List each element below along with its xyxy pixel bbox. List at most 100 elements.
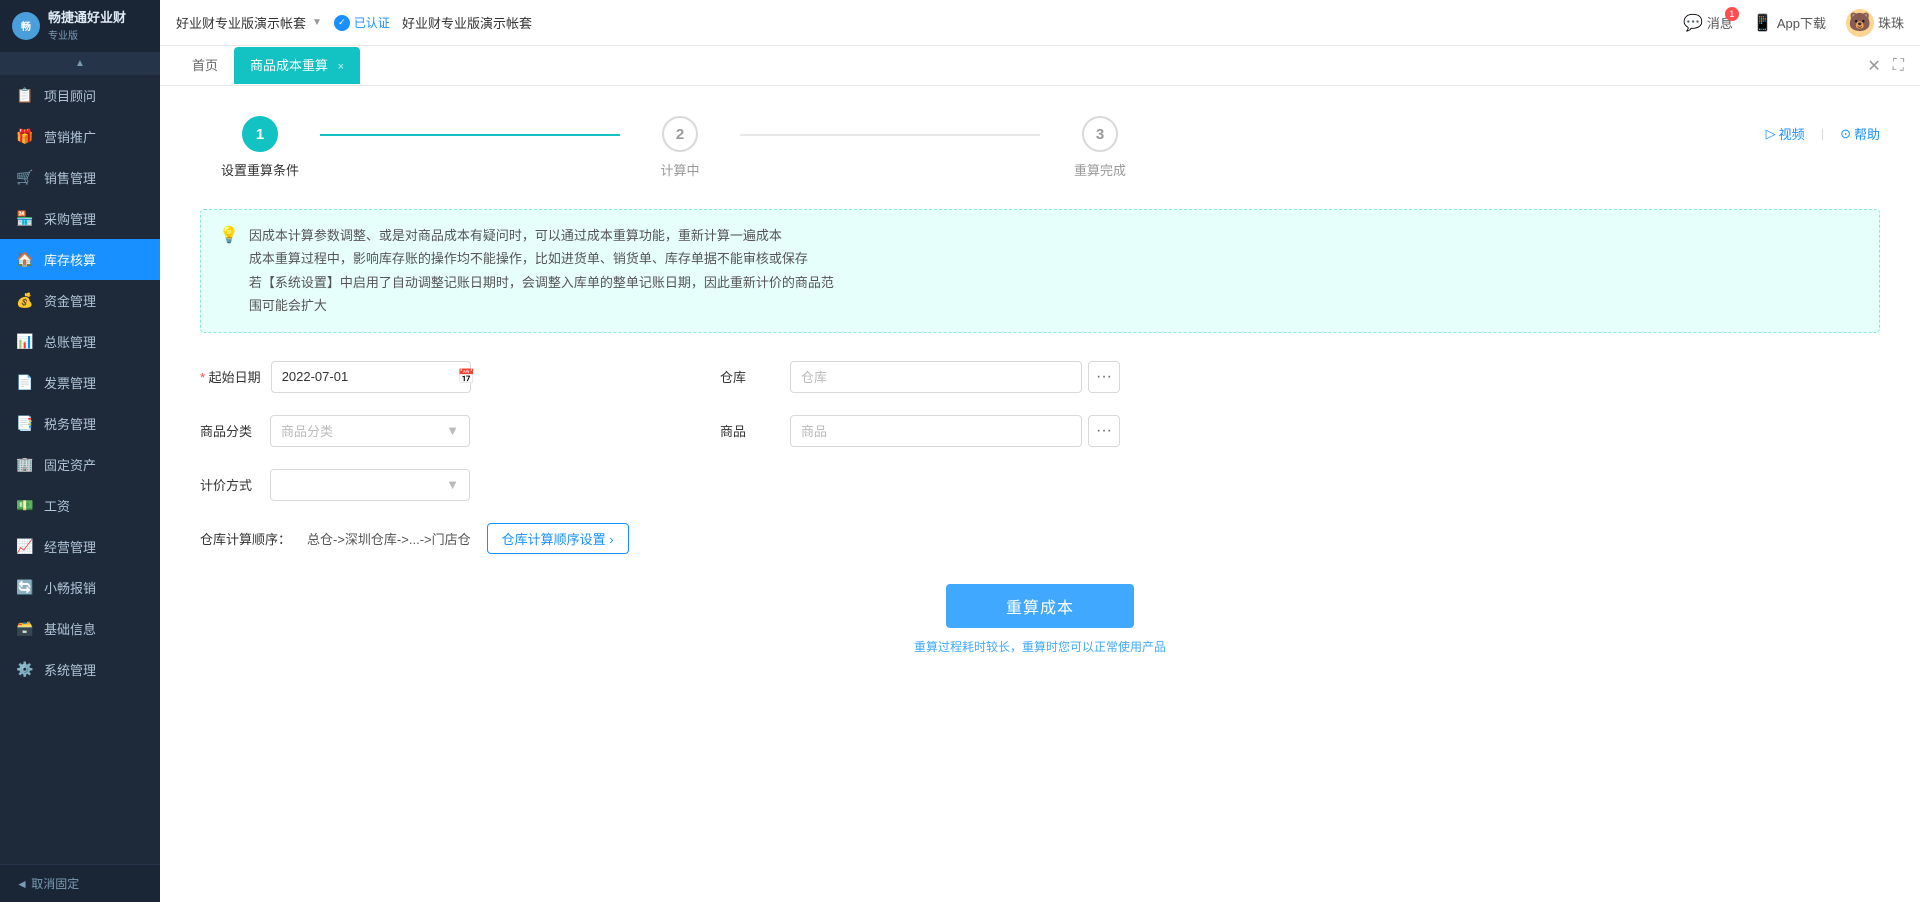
product-input[interactable]: 商品 bbox=[790, 415, 1082, 447]
warehouse-input[interactable]: 仓库 bbox=[790, 361, 1082, 393]
account-chevron-icon: ▼ bbox=[312, 17, 322, 28]
sidebar-item-expense[interactable]: 🔄 小畅报销 bbox=[0, 567, 160, 608]
sidebar-item-label-system: 系统管理 bbox=[44, 660, 96, 679]
form-row-2: 商品分类 商品分类 ▼ 商品 商品 ··· bbox=[200, 415, 1880, 447]
operation-icon: 📈 bbox=[16, 537, 34, 555]
sidebar-item-finance[interactable]: 💰 资金管理 bbox=[0, 280, 160, 321]
sidebar-item-marketing[interactable]: 🎁 营销推广 bbox=[0, 116, 160, 157]
recalc-button[interactable]: 重算成本 bbox=[946, 584, 1134, 628]
expense-icon: 🔄 bbox=[16, 578, 34, 596]
content-area: 1 设置重算条件 2 计算中 3 重算完成 ▷ 视频 | ⊙ bbox=[160, 86, 1920, 902]
sidebar-item-assets[interactable]: 🏢 固定资产 bbox=[0, 444, 160, 485]
product-label: 商品 bbox=[720, 421, 780, 440]
pricing-label: 计价方式 bbox=[200, 475, 260, 494]
chevron-down-icon: ▼ bbox=[446, 423, 459, 438]
notification-badge: 1 bbox=[1725, 7, 1739, 21]
sidebar-item-label-salary: 工资 bbox=[44, 496, 70, 515]
start-date-input[interactable]: 📅 bbox=[271, 361, 471, 393]
sidebar-item-label-assets: 固定资产 bbox=[44, 455, 96, 474]
sidebar-item-invoice[interactable]: 📄 发票管理 bbox=[0, 362, 160, 403]
recalc-note: 重算过程耗时较长，重算时您可以正常使用产品 bbox=[914, 638, 1166, 655]
close-window-icon[interactable]: ✕ bbox=[1867, 56, 1880, 76]
form-row-1: 起始日期 📅 仓库 仓库 ··· bbox=[200, 361, 1880, 393]
tab-close-icon[interactable]: × bbox=[338, 61, 344, 73]
bulb-icon: 💡 bbox=[219, 225, 239, 245]
warehouse-more-button[interactable]: ··· bbox=[1088, 361, 1120, 393]
sidebar-item-label-finance: 资金管理 bbox=[44, 291, 96, 310]
sidebar-item-project[interactable]: 📋 项目顾问 bbox=[0, 75, 160, 116]
category-label: 商品分类 bbox=[200, 421, 260, 440]
stepper: 1 设置重算条件 2 计算中 3 重算完成 ▷ 视频 | ⊙ bbox=[200, 116, 1880, 179]
sidebar-subtitle: 专业版 bbox=[48, 27, 126, 42]
calendar-icon[interactable]: 📅 bbox=[458, 368, 475, 385]
warehouse-order-settings-button[interactable]: 仓库计算顺序设置 › bbox=[487, 523, 629, 554]
sidebar-unpin-button[interactable]: ◄ 取消固定 bbox=[0, 864, 160, 902]
purchase-icon: 🏪 bbox=[16, 209, 34, 227]
form-row-3: 计价方式 ▼ bbox=[200, 469, 1880, 501]
sidebar-item-system[interactable]: ⚙️ 系统管理 bbox=[0, 649, 160, 690]
warehouse-label: 仓库 bbox=[720, 367, 780, 386]
category-select[interactable]: 商品分类 ▼ bbox=[270, 415, 470, 447]
sidebar-item-label-operation: 经营管理 bbox=[44, 537, 96, 556]
avatar: 🐻 bbox=[1846, 9, 1874, 37]
warehouse-placeholder: 仓库 bbox=[801, 367, 827, 386]
recalc-area: 重算成本 重算过程耗时较长，重算时您可以正常使用产品 bbox=[200, 584, 1880, 655]
stepper-help: ▷ 视频 | ⊙ 帮助 bbox=[1766, 116, 1880, 143]
topbar-actions: 💬 消息 1 📱 App下载 🐻 珠珠 bbox=[1683, 9, 1904, 37]
app-download-button[interactable]: 📱 App下载 bbox=[1753, 13, 1826, 33]
play-icon: ▷ bbox=[1766, 126, 1776, 142]
sidebar-item-purchase[interactable]: 🏪 采购管理 bbox=[0, 198, 160, 239]
finance-icon: 💰 bbox=[16, 291, 34, 309]
salary-icon: 💵 bbox=[16, 496, 34, 514]
invoice-icon: 📄 bbox=[16, 373, 34, 391]
mobile-icon: 📱 bbox=[1753, 13, 1773, 33]
help-circle-icon: ⊙ bbox=[1840, 126, 1851, 142]
account-selector[interactable]: 好业财专业版演示帐套 ▼ bbox=[176, 13, 322, 32]
step-1: 1 设置重算条件 bbox=[200, 116, 320, 179]
step-3-label: 重算完成 bbox=[1074, 160, 1126, 179]
sidebar-item-tax[interactable]: 📑 税务管理 bbox=[0, 403, 160, 444]
step-3-circle: 3 bbox=[1082, 116, 1118, 152]
warehouse-order-row: 仓库计算顺序： 总仓->深圳仓库->...->门店仓 仓库计算顺序设置 › bbox=[200, 523, 1880, 554]
sidebar-title: 畅捷通好业财 bbox=[48, 10, 126, 27]
pricing-group: 计价方式 ▼ bbox=[200, 469, 680, 501]
basic-icon: 🗃️ bbox=[16, 619, 34, 637]
message-button[interactable]: 💬 消息 1 bbox=[1683, 13, 1733, 33]
warehouse-order-value: 总仓->深圳仓库->...->门店仓 bbox=[307, 529, 471, 548]
help-button[interactable]: ⊙ 帮助 bbox=[1840, 124, 1880, 143]
sidebar-item-operation[interactable]: 📈 经营管理 bbox=[0, 526, 160, 567]
sidebar-item-inventory[interactable]: 🏠 库存核算 bbox=[0, 239, 160, 280]
step-2: 2 计算中 bbox=[620, 116, 740, 179]
video-button[interactable]: ▷ 视频 bbox=[1766, 124, 1805, 143]
step-1-circle: 1 bbox=[242, 116, 278, 152]
sidebar-item-label-expense: 小畅报销 bbox=[44, 578, 96, 597]
sidebar-item-basic[interactable]: 🗃️ 基础信息 bbox=[0, 608, 160, 649]
sidebar-item-accounting[interactable]: 📊 总账管理 bbox=[0, 321, 160, 362]
tab-home[interactable]: 首页 bbox=[176, 47, 234, 84]
product-placeholder: 商品 bbox=[801, 421, 827, 440]
product-more-button[interactable]: ··· bbox=[1088, 415, 1120, 447]
start-date-label: 起始日期 bbox=[200, 367, 261, 386]
warehouse-order-prefix: 仓库计算顺序： bbox=[200, 529, 291, 548]
tab-actions: ✕ ⛶ bbox=[1867, 56, 1904, 76]
sidebar-item-label-marketing: 营销推广 bbox=[44, 127, 96, 146]
assets-icon: 🏢 bbox=[16, 455, 34, 473]
info-box-text: 因成本计算参数调整、或是对商品成本有疑问时，可以通过成本重算功能，重新计算一遍成… bbox=[249, 224, 834, 318]
sidebar-item-label-basic: 基础信息 bbox=[44, 619, 96, 638]
scroll-up-indicator[interactable]: ▲ bbox=[0, 53, 160, 75]
step-2-label: 计算中 bbox=[660, 160, 699, 179]
verified-badge: ✓ 已认证 bbox=[334, 14, 390, 31]
start-date-field[interactable] bbox=[282, 369, 458, 384]
pricing-select[interactable]: ▼ bbox=[270, 469, 470, 501]
step-1-label: 设置重算条件 bbox=[221, 160, 299, 179]
sidebar-item-label-tax: 税务管理 bbox=[44, 414, 96, 433]
sidebar-item-sales[interactable]: 🛒 销售管理 bbox=[0, 157, 160, 198]
account-name: 好业财专业版演示帐套 bbox=[176, 13, 306, 32]
sidebar-header: 畅 畅捷通好业财 专业版 bbox=[0, 0, 160, 53]
expand-icon[interactable]: ⛶ bbox=[1893, 57, 1904, 75]
user-profile[interactable]: 🐻 珠珠 bbox=[1846, 9, 1904, 37]
main-area: 好业财专业版演示帐套 ▼ ✓ 已认证 好业财专业版演示帐套 💬 消息 1 📱 A… bbox=[160, 0, 1920, 902]
inventory-icon: 🏠 bbox=[16, 250, 34, 268]
tab-recalculation[interactable]: 商品成本重算 × bbox=[234, 47, 360, 84]
sidebar-item-salary[interactable]: 💵 工资 bbox=[0, 485, 160, 526]
